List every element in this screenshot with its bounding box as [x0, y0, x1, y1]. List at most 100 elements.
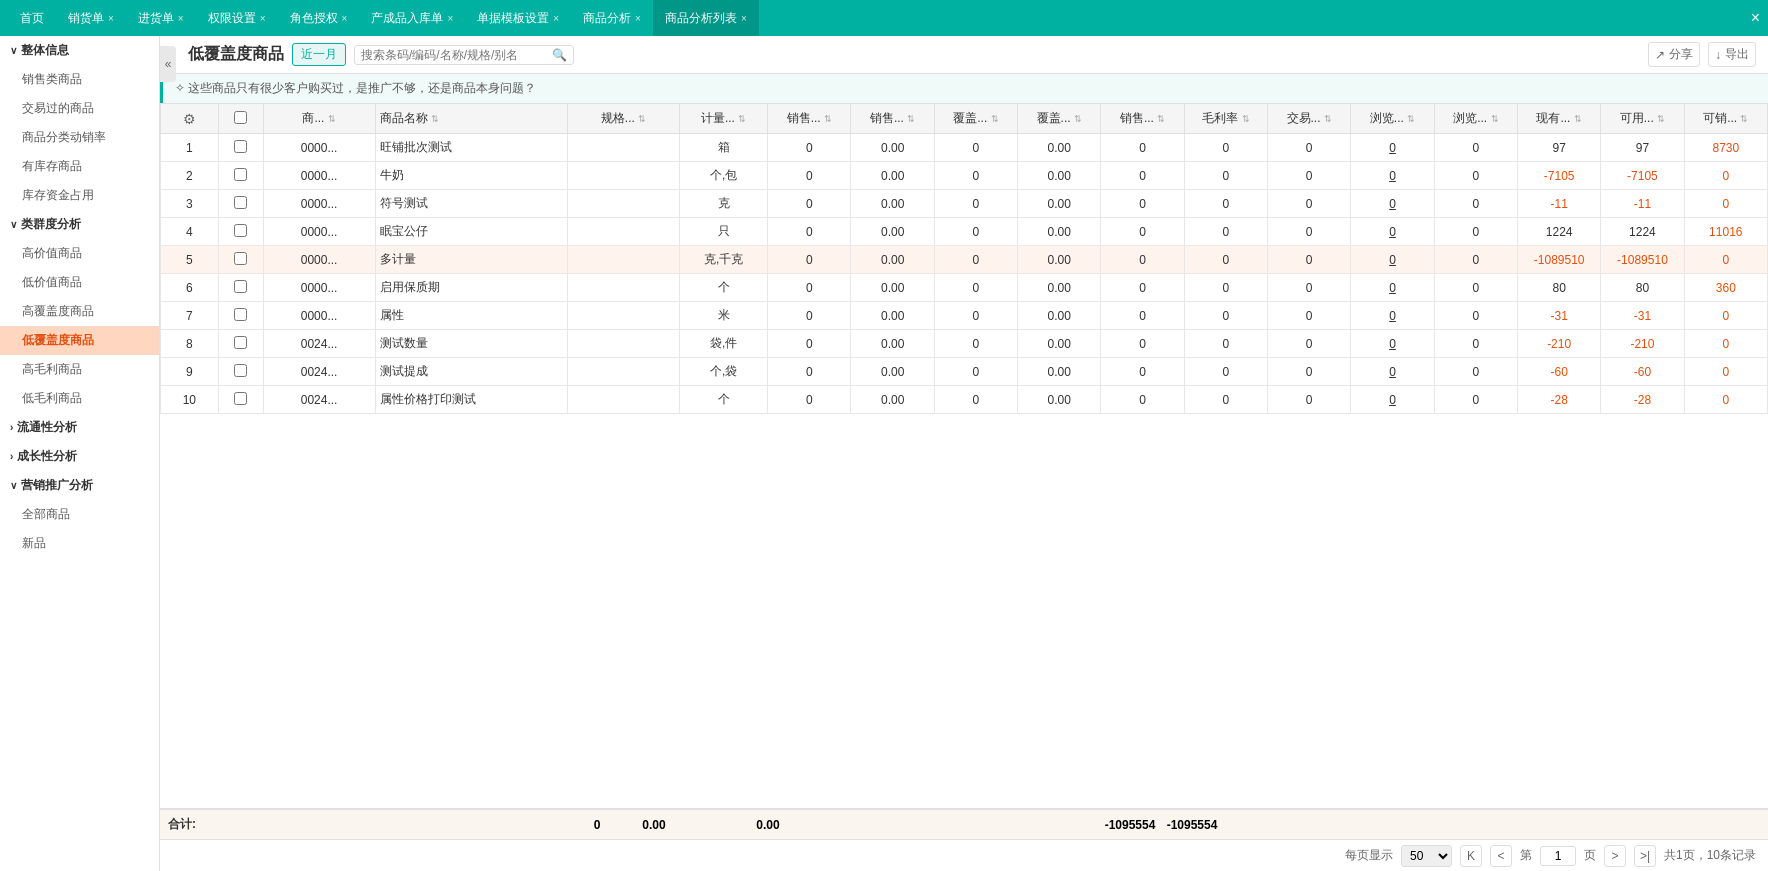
column-gross-rate[interactable]: 毛利率 ⇅: [1184, 104, 1267, 134]
last-page-button[interactable]: >|: [1634, 845, 1656, 867]
settings-icon[interactable]: ⚙: [183, 111, 196, 127]
browse-link[interactable]: 0: [1389, 393, 1396, 407]
row-checkbox[interactable]: [234, 196, 247, 209]
prev-page-button[interactable]: <: [1490, 845, 1512, 867]
row-checkbox[interactable]: [234, 224, 247, 237]
browse-link[interactable]: 0: [1389, 309, 1396, 323]
sidebar-item-sales-goods[interactable]: 销售类商品: [0, 65, 159, 94]
nav-tab-home[interactable]: 首页: [8, 0, 56, 36]
table-cell: 0: [1434, 330, 1517, 358]
column-browse1[interactable]: 浏览... ⇅: [1351, 104, 1434, 134]
row-checkbox[interactable]: [234, 168, 247, 181]
nav-tab-template[interactable]: 单据模板设置 ×: [465, 0, 571, 36]
sidebar-item-in-stock[interactable]: 有库存商品: [0, 152, 159, 181]
column-sales2[interactable]: 销售... ⇅: [851, 104, 934, 134]
sidebar-group-circulation[interactable]: › 流通性分析: [0, 413, 159, 442]
row-checkbox[interactable]: [234, 140, 247, 153]
sidebar-item-high-value[interactable]: 高价值商品: [0, 239, 159, 268]
sidebar-group-cluster[interactable]: ∨ 类群度分析: [0, 210, 159, 239]
close-all-button[interactable]: ×: [1751, 9, 1760, 27]
sidebar-item-new-goods[interactable]: 新品: [0, 529, 159, 558]
table-cell: 0: [1684, 190, 1767, 218]
row-checkbox[interactable]: [234, 364, 247, 377]
browse-link[interactable]: 0: [1389, 225, 1396, 239]
column-sales3[interactable]: 销售... ⇅: [1101, 104, 1184, 134]
close-roles-tab[interactable]: ×: [342, 13, 348, 24]
sidebar-item-traded-goods[interactable]: 交易过的商品: [0, 94, 159, 123]
nav-tab-analysis-list[interactable]: 商品分析列表 ×: [653, 0, 759, 36]
sidebar-item-all-goods[interactable]: 全部商品: [0, 500, 159, 529]
column-cover2[interactable]: 覆盖... ⇅: [1018, 104, 1101, 134]
row-checkbox[interactable]: [234, 392, 247, 405]
column-cover1[interactable]: 覆盖... ⇅: [934, 104, 1017, 134]
close-purchase-tab[interactable]: ×: [178, 13, 184, 24]
sidebar-item-category-rate[interactable]: 商品分类动销率: [0, 123, 159, 152]
export-button[interactable]: ↓ 导出: [1708, 42, 1756, 67]
column-trade[interactable]: 交易... ⇅: [1268, 104, 1351, 134]
select-all-checkbox[interactable]: [234, 111, 247, 124]
browse-link[interactable]: 0: [1389, 365, 1396, 379]
nav-tab-purchase[interactable]: 进货单 ×: [126, 0, 196, 36]
table-wrapper[interactable]: ⚙ 商... ⇅ 商品名称 ⇅: [160, 103, 1768, 808]
nav-tab-analysis[interactable]: 商品分析 ×: [571, 0, 653, 36]
close-permissions-tab[interactable]: ×: [260, 13, 266, 24]
column-stock1[interactable]: 现有... ⇅: [1517, 104, 1600, 134]
close-warehouse-tab[interactable]: ×: [447, 13, 453, 24]
column-name[interactable]: 商品名称 ⇅: [375, 104, 567, 134]
sidebar-item-inventory-capital[interactable]: 库存资金占用: [0, 181, 159, 210]
row-checkbox[interactable]: [234, 336, 247, 349]
sidebar-item-high-margin[interactable]: 高毛利商品: [0, 355, 159, 384]
sidebar-group-marketing[interactable]: ∨ 营销推广分析: [0, 471, 159, 500]
nav-tab-roles[interactable]: 角色授权 ×: [278, 0, 360, 36]
total-info: 共1页，10条记录: [1664, 847, 1756, 864]
close-sales-tab[interactable]: ×: [108, 13, 114, 24]
browse-link[interactable]: 0: [1389, 281, 1396, 295]
row-checkbox[interactable]: [234, 308, 247, 321]
sidebar-collapse-button[interactable]: «: [160, 46, 176, 82]
sidebar-item-high-coverage[interactable]: 高覆盖度商品: [0, 297, 159, 326]
column-sales1[interactable]: 销售... ⇅: [768, 104, 851, 134]
first-page-button[interactable]: K: [1460, 845, 1482, 867]
close-analysis-tab[interactable]: ×: [635, 13, 641, 24]
column-unit[interactable]: 计量... ⇅: [680, 104, 768, 134]
browse-link[interactable]: 0: [1389, 169, 1396, 183]
table-cell: 0: [1434, 134, 1517, 162]
nav-tab-warehouse[interactable]: 产成品入库单 ×: [359, 0, 465, 36]
column-stock2[interactable]: 可用... ⇅: [1601, 104, 1684, 134]
table-cell: 0: [934, 190, 1017, 218]
column-spec[interactable]: 规格... ⇅: [567, 104, 679, 134]
sidebar-item-low-margin[interactable]: 低毛利商品: [0, 384, 159, 413]
table-cell: 0.00: [1018, 386, 1101, 414]
nav-tab-permissions[interactable]: 权限设置 ×: [196, 0, 278, 36]
table-row: 40000...眠宝公仔只00.0000.0000000122412241101…: [161, 218, 1768, 246]
column-stock3[interactable]: 可销... ⇅: [1684, 104, 1767, 134]
next-page-button[interactable]: >: [1604, 845, 1626, 867]
table-cell: 0: [1268, 386, 1351, 414]
browse-link[interactable]: 0: [1389, 197, 1396, 211]
browse-link[interactable]: 0: [1389, 141, 1396, 155]
sidebar-item-low-coverage[interactable]: 低覆盖度商品: [0, 326, 159, 355]
browse-link[interactable]: 0: [1389, 337, 1396, 351]
nav-tab-sales[interactable]: 销货单 ×: [56, 0, 126, 36]
column-code[interactable]: 商... ⇅: [263, 104, 375, 134]
column-browse2[interactable]: 浏览... ⇅: [1434, 104, 1517, 134]
sidebar-item-low-value[interactable]: 低价值商品: [0, 268, 159, 297]
page-number-input[interactable]: [1540, 846, 1576, 866]
page-size-select[interactable]: 50 100: [1401, 845, 1452, 867]
sort-icon-sales3: ⇅: [1157, 114, 1165, 124]
sidebar-group-overview[interactable]: ∨ 整体信息: [0, 36, 159, 65]
share-button[interactable]: ↗ 分享: [1648, 42, 1700, 67]
table-cell: 0: [1351, 246, 1434, 274]
browse-link[interactable]: 0: [1389, 253, 1396, 267]
row-checkbox[interactable]: [234, 252, 247, 265]
column-checkbox[interactable]: [218, 104, 263, 134]
column-settings[interactable]: ⚙: [161, 104, 219, 134]
product-name-cell: 眠宝公仔: [375, 218, 567, 246]
close-template-tab[interactable]: ×: [553, 13, 559, 24]
row-checkbox[interactable]: [234, 280, 247, 293]
time-filter-button[interactable]: 近一月: [292, 43, 346, 66]
content-area: « 低覆盖度商品 近一月 🔍 ↗ 分享 ↓ 导出 ✧: [160, 36, 1768, 871]
close-analysis-list-tab[interactable]: ×: [741, 13, 747, 24]
search-input[interactable]: [361, 48, 552, 62]
sidebar-group-growth[interactable]: › 成长性分析: [0, 442, 159, 471]
